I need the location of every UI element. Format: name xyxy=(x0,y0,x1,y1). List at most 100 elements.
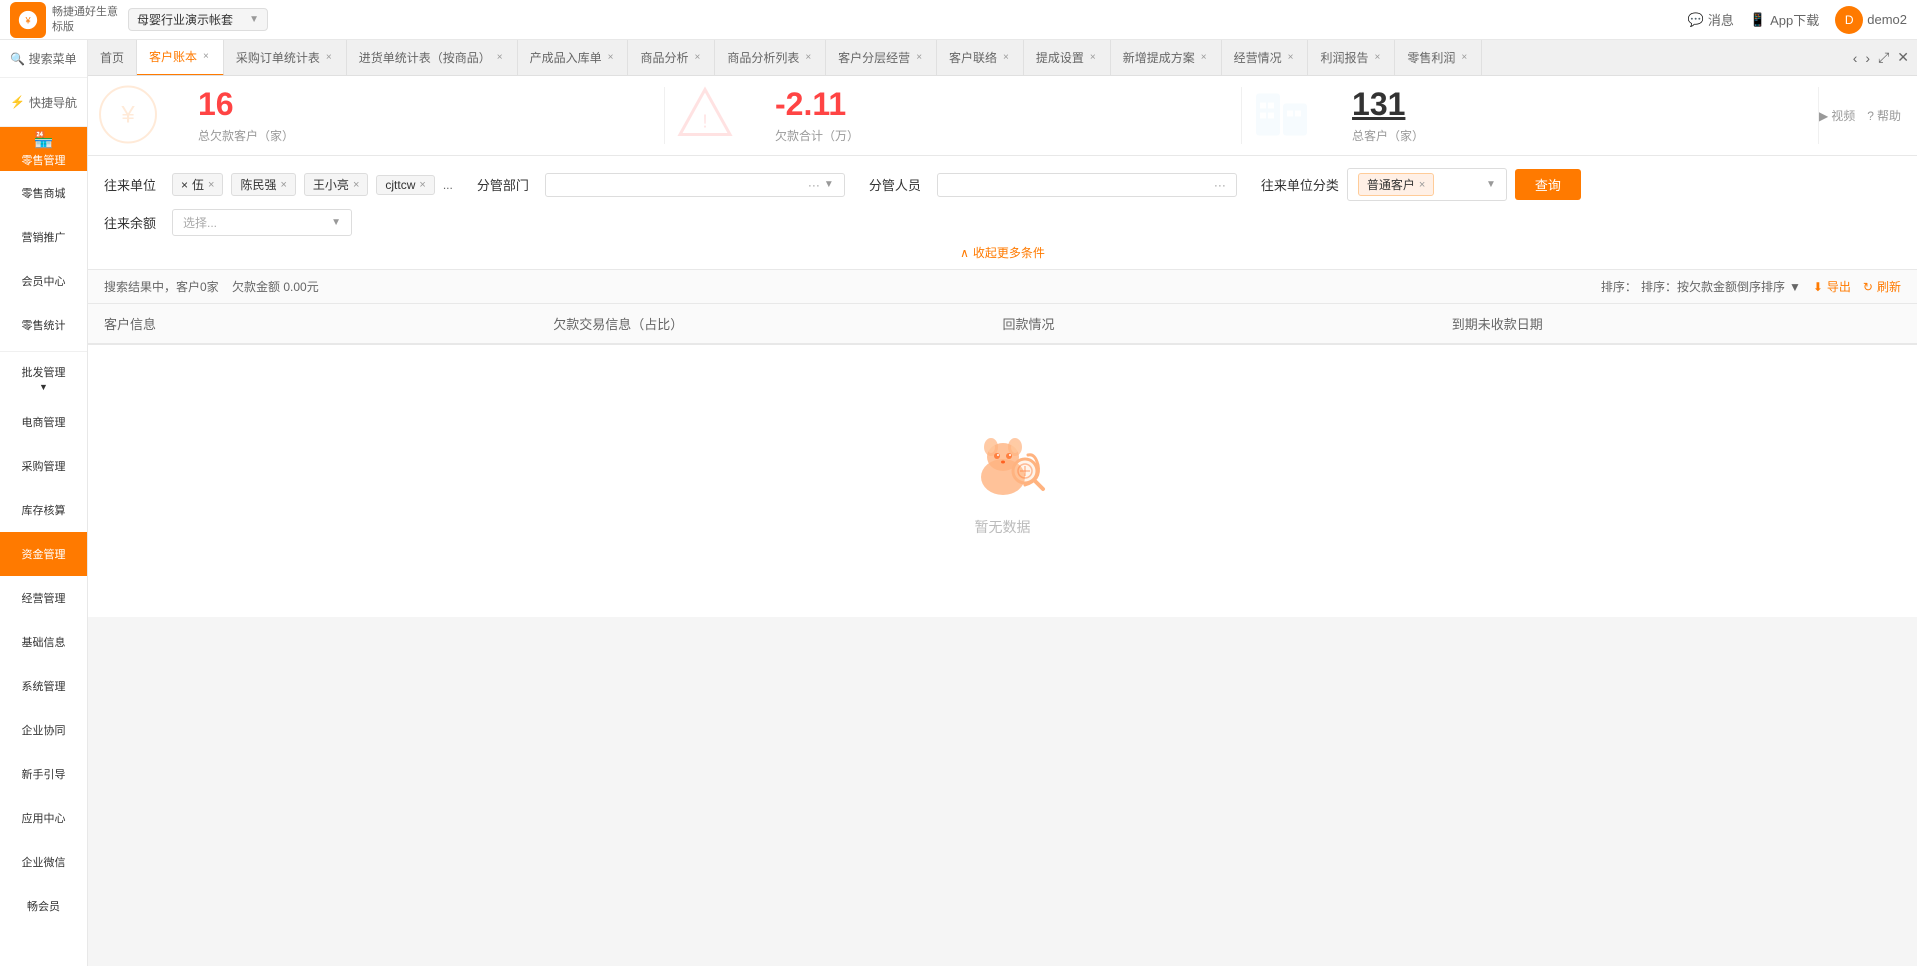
tab-operations[interactable]: 经营情况 × xyxy=(1222,40,1309,76)
search-menu-button[interactable]: 🔍 搜索菜单 xyxy=(0,40,87,78)
tab-close-icon[interactable]: × xyxy=(1001,51,1011,64)
tab-close-icon[interactable]: × xyxy=(495,51,505,64)
sidebar-quick-nav: ⚡ 快捷导航 xyxy=(0,78,87,127)
filter-person-select[interactable]: ··· xyxy=(937,173,1237,197)
tab-close-icon[interactable]: × xyxy=(914,51,924,64)
message-button[interactable]: 💬 消息 xyxy=(1688,10,1734,29)
tab-profit-report[interactable]: 利润报告 × xyxy=(1308,40,1395,76)
sidebar-item-basic-info[interactable]: 基础信息 xyxy=(0,620,87,664)
tab-close-icon[interactable]: × xyxy=(1372,51,1382,64)
help-icon: ? xyxy=(1867,109,1874,123)
sidebar-item-new-guide[interactable]: 新手引导 xyxy=(0,752,87,796)
tab-customer-ledger[interactable]: 客户账本 × xyxy=(137,40,224,76)
sidebar-item-enterprise-collab[interactable]: 企业协同 xyxy=(0,708,87,752)
video-icon: ▶ xyxy=(1819,109,1828,123)
sidebar-item-inventory[interactable]: 库存核算 xyxy=(0,488,87,532)
filter-customer-type-select[interactable]: 普通客户 × ▼ xyxy=(1347,168,1507,201)
empty-state: 暂无数据 xyxy=(88,345,1917,617)
table-header-due-date: 到期未收款日期 xyxy=(1452,314,1901,333)
table-header-debt-info: 欠款交易信息（占比） xyxy=(553,314,1002,333)
sidebar-item-quick-nav[interactable]: ⚡ 快捷导航 xyxy=(0,84,87,120)
sidebar-item-purchase[interactable]: 采购管理 xyxy=(0,444,87,488)
tab-close-all-icon[interactable]: ✕ xyxy=(1897,49,1909,66)
tab-close-icon[interactable]: × xyxy=(1199,51,1209,64)
refresh-button[interactable]: ↻ 刷新 xyxy=(1863,278,1901,295)
chevron-down-icon: ▼ xyxy=(249,14,259,25)
app-download-button[interactable]: 📱 App下载 xyxy=(1750,10,1819,29)
sidebar-item-member[interactable]: 畅会员 xyxy=(0,884,87,928)
video-help-button[interactable]: ▶ 视频 xyxy=(1819,107,1855,124)
tab-close-icon[interactable]: × xyxy=(1088,51,1098,64)
sidebar-item-retail-mall[interactable]: 零售商城 xyxy=(0,171,87,215)
sidebar-item-system[interactable]: 系统管理 xyxy=(0,664,87,708)
filter-tag-close-normal[interactable]: × xyxy=(1419,179,1425,191)
filter-tag-close-wang[interactable]: × xyxy=(353,179,359,191)
industry-selector[interactable]: 母婴行业演示帐套 ▼ xyxy=(128,8,268,31)
filter-dept-select[interactable]: ··· ▼ xyxy=(545,173,845,197)
sidebar-item-retail-stats[interactable]: 零售统计 xyxy=(0,303,87,347)
tab-commission-settings[interactable]: 提成设置 × xyxy=(1024,40,1111,76)
tab-home[interactable]: 首页 xyxy=(88,40,137,76)
tab-add-commission[interactable]: 新增提成方案 × xyxy=(1111,40,1222,76)
sidebar-item-marketing[interactable]: 营销推广 xyxy=(0,215,87,259)
filter-tag-chen: 陈民强 × xyxy=(231,173,295,196)
stat-value-debt: -2.11 xyxy=(775,87,859,122)
empty-illustration xyxy=(953,425,1053,505)
sidebar-item-retail-management[interactable]: 🏪 零售管理 xyxy=(0,127,87,171)
tab-customer-contact[interactable]: 客户联络 × xyxy=(937,40,1024,76)
user-menu[interactable]: D demo2 xyxy=(1835,6,1907,34)
expand-icon: ▼ xyxy=(39,382,48,392)
result-actions: 排序： 排序：按欠款金额倒序排序 ▼ ⬇ 导出 ↻ 刷新 xyxy=(1601,278,1901,295)
tab-product-analysis[interactable]: 商品分析 × xyxy=(628,40,715,76)
filter-more-button[interactable]: ... xyxy=(443,178,453,192)
tab-next-icon[interactable]: › xyxy=(1865,50,1870,66)
filter-balance-select[interactable]: 选择... ▼ xyxy=(172,209,352,236)
help-button[interactable]: ? 帮助 xyxy=(1867,107,1901,124)
filter-tag-close-chen[interactable]: × xyxy=(280,179,286,191)
sidebar-item-member-center[interactable]: 会员中心 xyxy=(0,259,87,303)
svg-text:!: ! xyxy=(703,111,708,131)
logo-icon: ¥ xyxy=(10,2,46,38)
sidebar: 🔍 搜索菜单 ⚡ 快捷导航 🏪 零售管理 零售商城 营销推广 会员中心 xyxy=(0,40,88,966)
tab-prev-icon[interactable]: ‹ xyxy=(1853,50,1858,66)
tab-bar: 首页 客户账本 × 采购订单统计表 × 进货单统计表（按商品） × 产成品入库单… xyxy=(88,40,1917,76)
tab-purchase-stats-by-product[interactable]: 进货单统计表（按商品） × xyxy=(347,40,518,76)
export-button[interactable]: ⬇ 导出 xyxy=(1813,278,1851,295)
tab-customer-tier[interactable]: 客户分层经营 × xyxy=(826,40,937,76)
sidebar-section: 🏪 零售管理 零售商城 营销推广 会员中心 零售统计 批发管理 ▼ 电商管理 xyxy=(0,127,87,928)
sidebar-item-wholesale[interactable]: 批发管理 ▼ xyxy=(0,356,87,400)
search-icon: 🔍 xyxy=(10,52,25,66)
tab-close-icon[interactable]: × xyxy=(1286,51,1296,64)
sidebar-item-enterprise-wechat[interactable]: 企业微信 xyxy=(0,840,87,884)
sidebar-item-operations[interactable]: 经营管理 xyxy=(0,576,87,620)
tab-close-icon[interactable]: × xyxy=(201,50,211,63)
tab-bar-actions: ‹ › ⤢ ✕ xyxy=(1845,49,1917,66)
tab-retail-profit[interactable]: 零售利润 × xyxy=(1395,40,1482,76)
collapse-filters-button[interactable]: ∧ 收起更多条件 xyxy=(104,244,1901,261)
query-button[interactable]: 查询 xyxy=(1515,169,1581,200)
stat-label-debt: 欠款合计（万） xyxy=(775,127,859,144)
logo-text: 畅捷通好生意 标版 xyxy=(52,5,118,34)
tab-close-icon[interactable]: × xyxy=(324,51,334,64)
sidebar-item-app-center[interactable]: 应用中心 xyxy=(0,796,87,840)
tab-close-icon[interactable]: × xyxy=(803,51,813,64)
sort-selector[interactable]: 排序： 排序：按欠款金额倒序排序 ▼ xyxy=(1601,278,1801,295)
tab-product-analysis-list[interactable]: 商品分析列表 × xyxy=(715,40,826,76)
sort-chevron-icon: ▼ xyxy=(1789,280,1801,294)
tab-close-icon[interactable]: × xyxy=(606,51,616,64)
svg-text:¥: ¥ xyxy=(24,15,31,25)
empty-text: 暂无数据 xyxy=(975,517,1031,537)
tab-finished-goods[interactable]: 产成品入库单 × xyxy=(518,40,629,76)
tab-close-icon[interactable]: × xyxy=(1459,51,1469,64)
sidebar-item-ecommerce[interactable]: 电商管理 xyxy=(0,400,87,444)
filter-tag-normal-customer: 普通客户 × xyxy=(1358,173,1434,196)
filter-tag-x-icon: × xyxy=(181,178,188,192)
filter-tag-close-wu[interactable]: × xyxy=(208,179,214,191)
tab-expand-icon[interactable]: ⤢ xyxy=(1878,49,1889,66)
filter-tag-close-cjttcw[interactable]: × xyxy=(419,179,425,191)
tab-purchase-order-stats[interactable]: 采购订单统计表 × xyxy=(224,40,347,76)
tab-close-icon[interactable]: × xyxy=(692,51,702,64)
filter-tag-wang: 王小亮 × xyxy=(304,173,368,196)
sidebar-item-finance[interactable]: 资金管理 xyxy=(0,532,87,576)
stat-value-all-customers: 131 xyxy=(1352,87,1424,122)
